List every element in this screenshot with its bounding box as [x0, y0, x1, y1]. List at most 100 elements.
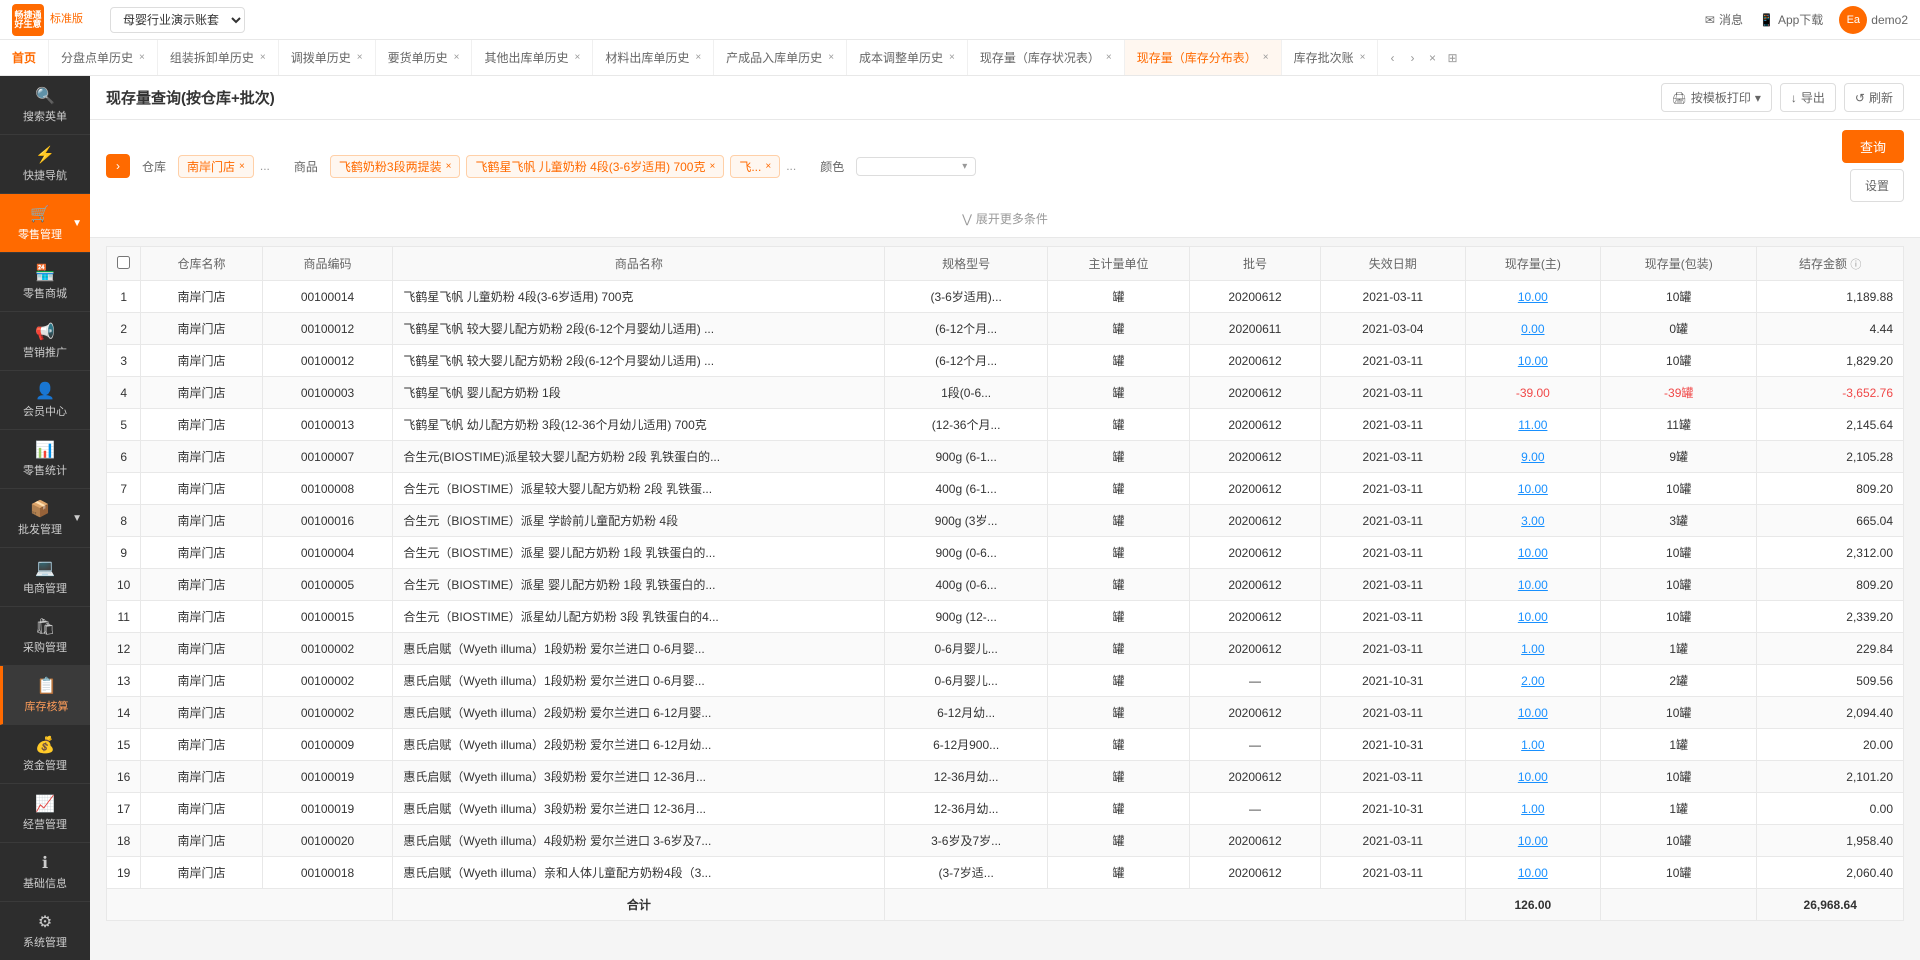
tab-xiancunliang-fenbiao[interactable]: 现存量（库存分布表） ×: [1125, 40, 1282, 76]
table-row: 16 南岸门店 00100019 惠氏启赋（Wyeth illuma）3段奶粉 …: [107, 761, 1904, 793]
tab-yaohuo-close[interactable]: ×: [454, 52, 460, 63]
row-qty-main[interactable]: 1.00: [1465, 633, 1600, 665]
tab-fenpandian[interactable]: 分盘点单历史 ×: [49, 40, 158, 76]
row-batch: 20200612: [1190, 697, 1321, 729]
row-qty-main[interactable]: 10.00: [1465, 857, 1600, 889]
row-qty-main[interactable]: 10.00: [1465, 761, 1600, 793]
user-profile[interactable]: Ea demo2: [1839, 6, 1908, 34]
select-all-checkbox[interactable]: [117, 256, 130, 269]
sidebar-item-wholesale[interactable]: 📦 批发管理 ▼: [0, 489, 90, 548]
filter-expand-btn[interactable]: ⋁ 展开更多条件: [106, 210, 1904, 227]
template-print-btn[interactable]: 🖨 按模板打印 ▾: [1661, 83, 1772, 112]
tab-yaohuo[interactable]: 要货单历史 ×: [376, 40, 473, 76]
data-table: 仓库名称 商品编码 商品名称 规格型号 主计量单位 批号 失效日期 现存量(主)…: [106, 246, 1904, 921]
tab-chanchengruku[interactable]: 产成品入库单历史 ×: [714, 40, 847, 76]
row-qty-main[interactable]: 10.00: [1465, 569, 1600, 601]
row-qty-main[interactable]: 3.00: [1465, 505, 1600, 537]
row-qty-main[interactable]: 1.00: [1465, 793, 1600, 825]
row-qty-main[interactable]: 0.00: [1465, 313, 1600, 345]
product-tag-2-close[interactable]: ×: [709, 161, 715, 172]
sidebar-item-system[interactable]: ⚙ 系统管理: [0, 902, 90, 960]
product-tag-1[interactable]: 飞鹤奶粉3段两提装 ×: [330, 155, 461, 178]
tab-xiancunliang-kuanzhuang[interactable]: 现存量（库存状况表） ×: [968, 40, 1125, 76]
export-btn[interactable]: ↓ 导出: [1780, 83, 1836, 112]
tab-home[interactable]: 首页: [0, 40, 49, 76]
product-tag-3-close[interactable]: ×: [765, 161, 771, 172]
tab-fenpandian-close[interactable]: ×: [139, 52, 145, 63]
row-qty-main[interactable]: 10.00: [1465, 537, 1600, 569]
row-qty-main[interactable]: 10.00: [1465, 601, 1600, 633]
row-qty-main[interactable]: 10.00: [1465, 697, 1600, 729]
tab-yaohuo-label: 要货单历史: [388, 49, 448, 66]
tab-cailiaochuku-close[interactable]: ×: [695, 52, 701, 63]
tab-qitachuku[interactable]: 其他出库单历史 ×: [472, 40, 593, 76]
row-qty-main[interactable]: 2.00: [1465, 665, 1600, 697]
product-tag-1-close[interactable]: ×: [446, 161, 452, 172]
tab-xiancunliang-kuanzhuang-close[interactable]: ×: [1106, 52, 1112, 63]
sidebar-item-purchase[interactable]: 🛍 采购管理: [0, 607, 90, 666]
row-qty-main[interactable]: 11.00: [1465, 409, 1600, 441]
tab-qitachuku-close[interactable]: ×: [574, 52, 580, 63]
sidebar-item-finance[interactable]: 💰 资金管理: [0, 725, 90, 784]
tab-kupu-pici[interactable]: 库存批次账 ×: [1282, 40, 1379, 76]
nav-next-btn[interactable]: ›: [1402, 48, 1422, 68]
sidebar-item-mall[interactable]: 🏪 零售商城: [0, 253, 90, 312]
account-select[interactable]: 母婴行业演示账套: [110, 7, 245, 33]
row-qty-main[interactable]: 10.00: [1465, 473, 1600, 505]
tab-kupu-pici-close[interactable]: ×: [1360, 52, 1366, 63]
row-balance: 0.00: [1757, 793, 1904, 825]
row-qty-main[interactable]: 10.00: [1465, 825, 1600, 857]
sidebar-item-ecommerce[interactable]: 💻 电商管理: [0, 548, 90, 607]
row-qty-pkg: 2罐: [1601, 665, 1757, 697]
color-dropdown[interactable]: ▾: [856, 157, 976, 176]
account-dropdown[interactable]: 母婴行业演示账套: [110, 7, 1705, 33]
sidebar-item-quicknav[interactable]: ⚡ 快捷导航: [0, 135, 90, 194]
tab-zuzhuang[interactable]: 组装拆卸单历史 ×: [158, 40, 279, 76]
sidebar-item-inventory[interactable]: 📋 库存核算: [0, 666, 90, 725]
app-download-btn[interactable]: 📱 App下载: [1759, 11, 1823, 28]
tab-chengbentiaozhenglishi-close[interactable]: ×: [949, 52, 955, 63]
nav-close-tab-btn[interactable]: ×: [1422, 48, 1442, 68]
sidebar-item-basic[interactable]: ℹ 基础信息: [0, 843, 90, 902]
sidebar-item-member[interactable]: 👤 会员中心: [0, 371, 90, 430]
sidebar-item-search[interactable]: 🔍 搜索英单: [0, 76, 90, 135]
row-qty-main[interactable]: -39.00: [1465, 377, 1600, 409]
tab-diaobao-close[interactable]: ×: [357, 52, 363, 63]
product-tag-2[interactable]: 飞鹤星飞帆 儿童奶粉 4段(3-6岁适用) 700克 ×: [466, 155, 724, 178]
row-qty-main[interactable]: 1.00: [1465, 729, 1600, 761]
operations-icon: 📈: [6, 794, 84, 814]
warehouse-tag-close[interactable]: ×: [239, 161, 245, 172]
top-right-actions: ✉ 消息 📱 App下载 Ea demo2: [1705, 6, 1908, 34]
nav-expand-btn[interactable]: ⊞: [1442, 48, 1462, 68]
tab-cailiaochuku[interactable]: 材料出库单历史 ×: [593, 40, 714, 76]
message-btn[interactable]: ✉ 消息: [1705, 11, 1743, 28]
sidebar-item-operations[interactable]: 📈 经营管理: [0, 784, 90, 843]
sidebar-item-retail[interactable]: 🛒 零售管理 ▼: [0, 194, 90, 253]
warehouse-filter-tags: 南岸门店 × ...: [178, 155, 270, 178]
row-qty-main[interactable]: 9.00: [1465, 441, 1600, 473]
color-filter-row: ▾: [856, 157, 976, 176]
tab-zuzhuang-close[interactable]: ×: [260, 52, 266, 63]
refresh-btn[interactable]: ↺ 刷新: [1844, 83, 1904, 112]
product-tag-3[interactable]: 飞... ×: [730, 155, 780, 178]
tab-chengbentiaozhenglishi[interactable]: 成本调整单历史 ×: [847, 40, 968, 76]
inventory-icon: 📋: [9, 676, 84, 696]
tab-xiancunliang-fenbiao-close[interactable]: ×: [1263, 52, 1269, 63]
nav-prev-btn[interactable]: ‹: [1382, 48, 1402, 68]
warehouse-tag-nananmen[interactable]: 南岸门店 ×: [178, 155, 254, 178]
row-name: 惠氏启赋（Wyeth illuma）3段奶粉 爱尔兰进口 12-36月...: [393, 793, 885, 825]
info-icon[interactable]: ⓘ: [1850, 259, 1861, 271]
row-unit: 罐: [1047, 825, 1189, 857]
query-btn[interactable]: 查询: [1842, 130, 1904, 163]
th-code: 商品编码: [262, 247, 393, 281]
sidebar-item-stats[interactable]: 📊 零售统计: [0, 430, 90, 489]
row-qty-main[interactable]: 10.00: [1465, 345, 1600, 377]
tab-diaobao[interactable]: 调拨单历史 ×: [279, 40, 376, 76]
filter-expand-arrow[interactable]: ›: [106, 154, 130, 178]
sidebar-item-marketing[interactable]: 📢 营销推广: [0, 312, 90, 371]
th-checkbox[interactable]: [107, 247, 141, 281]
row-qty-main[interactable]: 10.00: [1465, 281, 1600, 313]
tab-chanchengruku-close[interactable]: ×: [828, 52, 834, 63]
setting-btn[interactable]: 设置: [1850, 169, 1904, 202]
retail-expand-icon: ▼: [72, 218, 82, 229]
